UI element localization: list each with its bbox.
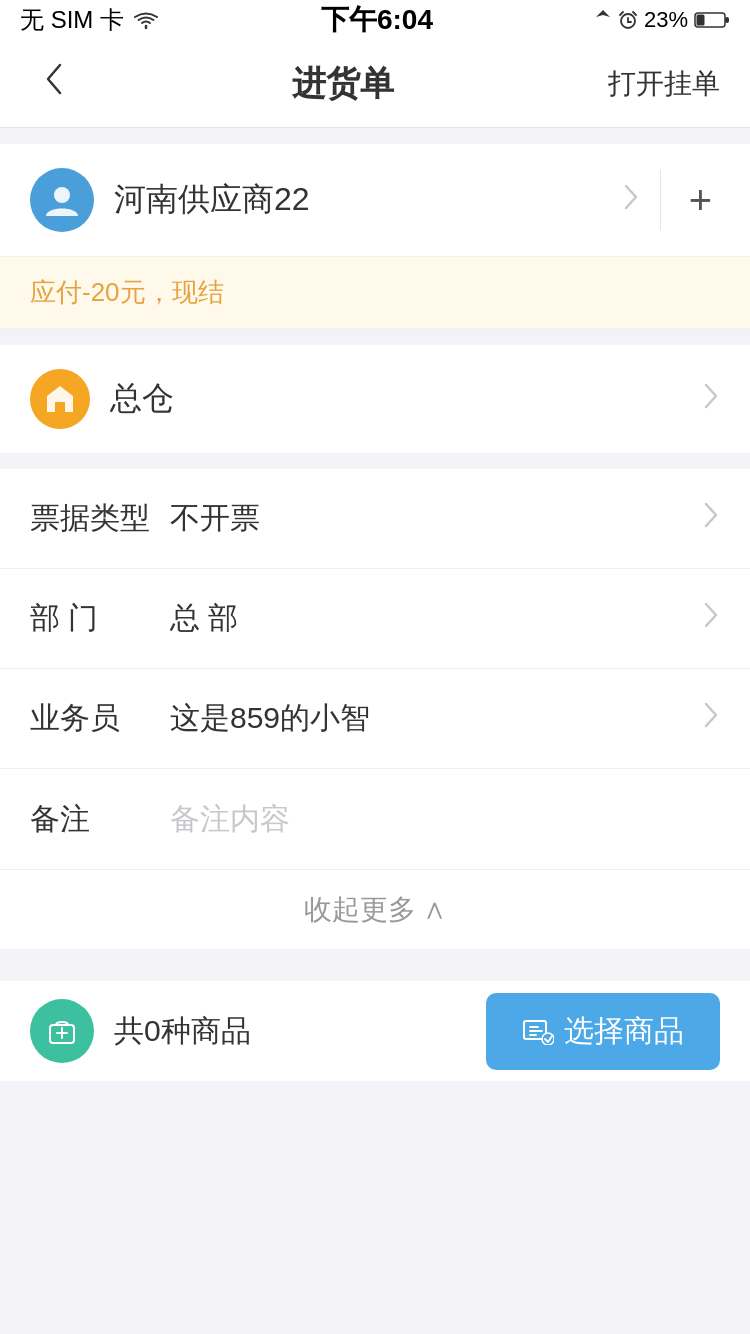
department-chevron-icon	[702, 600, 720, 637]
warehouse-name: 总仓	[110, 377, 702, 421]
warehouse-icon	[30, 369, 90, 429]
location-icon	[594, 9, 612, 31]
department-row[interactable]: 部 门 总 部	[0, 569, 750, 669]
status-right: 23%	[594, 7, 730, 33]
collapse-label: 收起更多 ∧	[304, 891, 447, 929]
alarm-icon	[618, 10, 638, 30]
status-time: 下午6:04	[321, 1, 433, 39]
supplier-row[interactable]: 河南供应商22 +	[0, 144, 750, 257]
warehouse-chevron-icon	[702, 381, 720, 418]
supplier-avatar	[30, 168, 94, 232]
notice-bar: 应付-20元，现结	[0, 257, 750, 329]
no-sim-text: 无 SIM 卡	[20, 4, 124, 36]
wifi-icon	[132, 10, 160, 30]
bottom-bar: 共0种商品 选择商品	[0, 981, 750, 1081]
notes-label: 备注	[30, 799, 170, 840]
svg-rect-2	[696, 15, 704, 26]
battery-icon	[694, 11, 730, 29]
nav-bar: 进货单 打开挂单	[0, 40, 750, 128]
salesperson-value: 这是859的小智	[170, 698, 702, 739]
product-count-text: 共0种商品	[114, 1011, 486, 1052]
status-left: 无 SIM 卡	[20, 4, 160, 36]
department-label: 部 门	[30, 598, 170, 639]
select-product-icon	[522, 1017, 554, 1045]
back-button[interactable]	[30, 47, 78, 120]
svg-point-4	[54, 187, 70, 203]
supplier-chevron-icon	[622, 182, 640, 219]
notes-row[interactable]: 备注 备注内容	[0, 769, 750, 869]
warehouse-section: 总仓	[0, 345, 750, 453]
warehouse-row[interactable]: 总仓	[0, 345, 750, 453]
notice-text: 应付-20元，现结	[30, 277, 224, 307]
section-divider-1	[0, 128, 750, 144]
invoice-type-chevron-icon	[702, 500, 720, 537]
salesperson-label: 业务员	[30, 698, 170, 739]
notes-placeholder[interactable]: 备注内容	[170, 799, 720, 840]
invoice-type-row[interactable]: 票据类型 不开票	[0, 469, 750, 569]
svg-rect-5	[55, 402, 65, 412]
department-value: 总 部	[170, 598, 702, 639]
supplier-section: 河南供应商22 + 应付-20元，现结	[0, 144, 750, 329]
status-bar: 无 SIM 卡 下午6:04 23%	[0, 0, 750, 40]
section-divider-2	[0, 329, 750, 345]
select-product-button[interactable]: 选择商品	[486, 993, 720, 1070]
page-background	[0, 1081, 750, 1334]
invoice-type-label: 票据类型	[30, 498, 170, 539]
svg-point-8	[542, 1033, 554, 1045]
supplier-name: 河南供应商22	[114, 178, 622, 222]
salesperson-row[interactable]: 业务员 这是859的小智	[0, 669, 750, 769]
supplier-add-button[interactable]: +	[660, 170, 720, 230]
page-title: 进货单	[292, 61, 394, 107]
select-product-label: 选择商品	[564, 1011, 684, 1052]
invoice-type-value: 不开票	[170, 498, 702, 539]
open-pending-button[interactable]: 打开挂单	[608, 65, 720, 103]
collapse-row[interactable]: 收起更多 ∧	[0, 869, 750, 949]
salesperson-chevron-icon	[702, 700, 720, 737]
battery-percent: 23%	[644, 7, 688, 33]
form-section: 票据类型 不开票 部 门 总 部 业务员 这是859的小智	[0, 469, 750, 869]
section-divider-3	[0, 949, 750, 965]
product-icon	[30, 999, 94, 1063]
svg-rect-3	[725, 17, 729, 23]
